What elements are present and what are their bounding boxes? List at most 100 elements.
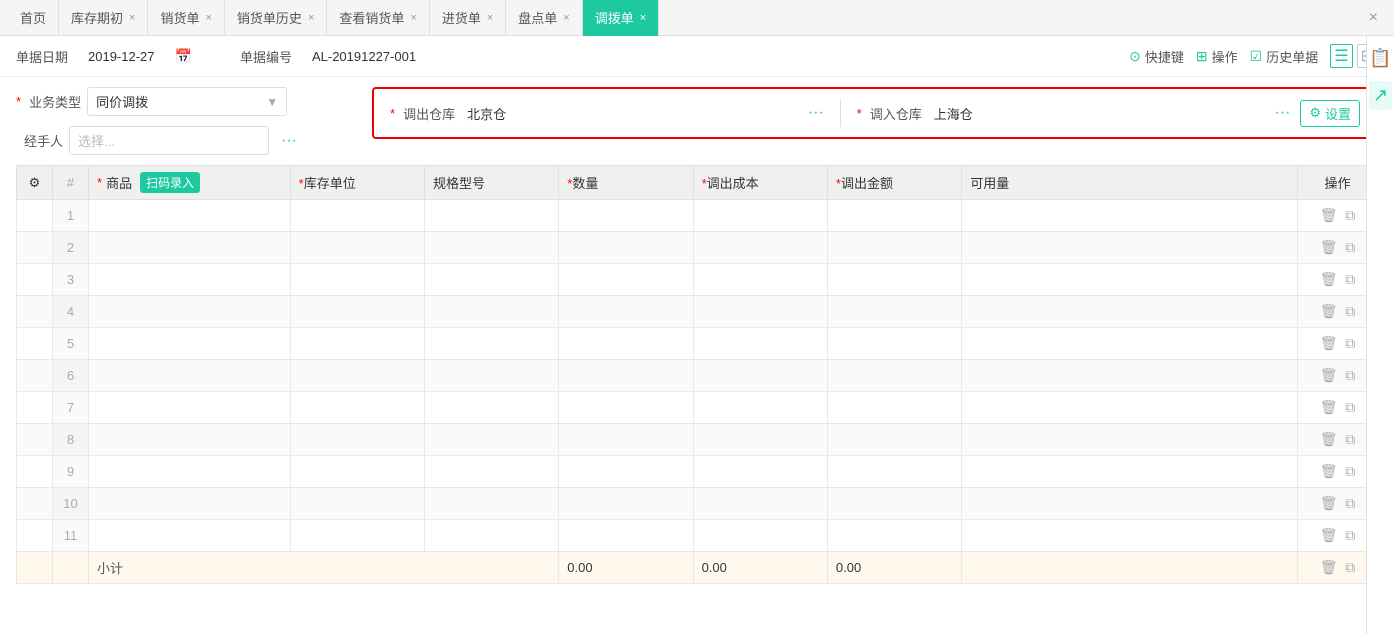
row-unit-cell[interactable] <box>290 520 424 552</box>
tab-close-sales-history[interactable]: × <box>308 12 314 24</box>
row-qty-cell[interactable] <box>559 232 693 264</box>
tab-close-purchase[interactable]: × <box>487 12 493 24</box>
tab-close-view-sales[interactable]: × <box>410 12 416 24</box>
business-type-select[interactable]: 同价调拨 ▼ <box>87 87 287 116</box>
row-qty-cell[interactable] <box>559 488 693 520</box>
history-btn[interactable]: ☑ 历史单据 <box>1250 47 1319 66</box>
tab-stocktake[interactable]: 盘点单 × <box>506 0 582 36</box>
row-spec-cell[interactable] <box>424 456 558 488</box>
row-amount-cell[interactable] <box>827 488 961 520</box>
row-spec-cell[interactable] <box>424 296 558 328</box>
row-amount-cell[interactable] <box>827 328 961 360</box>
window-close-icon[interactable]: × <box>1361 9 1386 27</box>
delete-icon[interactable]: 🗑 <box>1320 207 1338 223</box>
row-product-cell[interactable] <box>89 456 291 488</box>
delete-icon[interactable]: 🗑 <box>1320 463 1338 479</box>
row-cost-cell[interactable] <box>693 456 827 488</box>
subtotal-delete-icon[interactable]: 🗑 <box>1320 559 1338 575</box>
copy-icon[interactable]: ⧉ <box>1345 303 1355 319</box>
row-unit-cell[interactable] <box>290 360 424 392</box>
row-amount-cell[interactable] <box>827 264 961 296</box>
row-amount-cell[interactable] <box>827 232 961 264</box>
row-unit-cell[interactable] <box>290 488 424 520</box>
row-cost-cell[interactable] <box>693 360 827 392</box>
sidebar-export-icon[interactable]: ↗ <box>1369 81 1392 110</box>
tab-close-transfer[interactable]: × <box>640 12 646 24</box>
row-product-cell[interactable] <box>89 488 291 520</box>
row-cost-cell[interactable] <box>693 264 827 296</box>
row-qty-cell[interactable] <box>559 296 693 328</box>
row-qty-cell[interactable] <box>559 456 693 488</box>
sidebar-note-icon[interactable]: 📋 <box>1365 44 1394 73</box>
row-qty-cell[interactable] <box>559 200 693 232</box>
row-cost-cell[interactable] <box>693 232 827 264</box>
delete-icon[interactable]: 🗑 <box>1320 399 1338 415</box>
tab-inventory-init[interactable]: 库存期初 × <box>59 0 148 36</box>
row-product-cell[interactable] <box>89 360 291 392</box>
delete-icon[interactable]: 🗑 <box>1320 335 1338 351</box>
handler-more-icon[interactable]: ··· <box>281 132 297 150</box>
copy-icon[interactable]: ⧉ <box>1345 271 1355 287</box>
row-product-cell[interactable] <box>89 232 291 264</box>
copy-icon[interactable]: ⧉ <box>1345 335 1355 351</box>
row-qty-cell[interactable] <box>559 360 693 392</box>
row-qty-cell[interactable] <box>559 424 693 456</box>
handler-select[interactable]: 选择... <box>69 126 269 155</box>
tab-view-sales[interactable]: 查看销货单 × <box>327 0 429 36</box>
row-product-cell[interactable] <box>89 296 291 328</box>
row-qty-cell[interactable] <box>559 264 693 296</box>
shortcuts-btn[interactable]: ⊙ 快捷键 <box>1129 47 1184 66</box>
row-unit-cell[interactable] <box>290 456 424 488</box>
col-gear[interactable]: ⚙ <box>17 166 53 200</box>
delete-icon[interactable]: 🗑 <box>1320 271 1338 287</box>
copy-icon[interactable]: ⧉ <box>1345 495 1355 511</box>
row-amount-cell[interactable] <box>827 520 961 552</box>
row-cost-cell[interactable] <box>693 488 827 520</box>
tab-close-sales-order[interactable]: × <box>205 12 211 24</box>
tab-close-stocktake[interactable]: × <box>563 12 569 24</box>
row-cost-cell[interactable] <box>693 424 827 456</box>
in-warehouse-more-icon[interactable]: ··· <box>1274 104 1290 122</box>
scan-btn[interactable]: 扫码录入 <box>140 172 200 193</box>
copy-icon[interactable]: ⧉ <box>1345 431 1355 447</box>
row-spec-cell[interactable] <box>424 328 558 360</box>
row-unit-cell[interactable] <box>290 328 424 360</box>
row-unit-cell[interactable] <box>290 392 424 424</box>
copy-icon[interactable]: ⧉ <box>1345 207 1355 223</box>
tab-purchase[interactable]: 进货单 × <box>430 0 506 36</box>
operations-btn[interactable]: ⊞ 操作 <box>1196 47 1238 66</box>
row-unit-cell[interactable] <box>290 296 424 328</box>
row-cost-cell[interactable] <box>693 200 827 232</box>
row-amount-cell[interactable] <box>827 200 961 232</box>
delete-icon[interactable]: 🗑 <box>1320 303 1338 319</box>
copy-icon[interactable]: ⧉ <box>1345 463 1355 479</box>
row-amount-cell[interactable] <box>827 296 961 328</box>
row-unit-cell[interactable] <box>290 232 424 264</box>
row-spec-cell[interactable] <box>424 424 558 456</box>
tab-home[interactable]: 首页 <box>8 0 59 36</box>
row-cost-cell[interactable] <box>693 296 827 328</box>
row-spec-cell[interactable] <box>424 264 558 296</box>
copy-icon[interactable]: ⧉ <box>1345 527 1355 543</box>
copy-icon[interactable]: ⧉ <box>1345 399 1355 415</box>
delete-icon[interactable]: 🗑 <box>1320 527 1338 543</box>
row-spec-cell[interactable] <box>424 392 558 424</box>
delete-icon[interactable]: 🗑 <box>1320 431 1338 447</box>
row-cost-cell[interactable] <box>693 520 827 552</box>
row-product-cell[interactable] <box>89 424 291 456</box>
tab-sales-history[interactable]: 销货单历史 × <box>225 0 327 36</box>
delete-icon[interactable]: 🗑 <box>1320 367 1338 383</box>
row-amount-cell[interactable] <box>827 424 961 456</box>
row-product-cell[interactable] <box>89 392 291 424</box>
row-unit-cell[interactable] <box>290 264 424 296</box>
row-spec-cell[interactable] <box>424 520 558 552</box>
row-amount-cell[interactable] <box>827 360 961 392</box>
row-unit-cell[interactable] <box>290 424 424 456</box>
row-cost-cell[interactable] <box>693 392 827 424</box>
row-spec-cell[interactable] <box>424 360 558 392</box>
tab-close-inventory-init[interactable]: × <box>129 12 135 24</box>
delete-icon[interactable]: 🗑 <box>1320 239 1338 255</box>
row-qty-cell[interactable] <box>559 328 693 360</box>
tab-transfer[interactable]: 调拨单 × <box>583 0 659 36</box>
row-qty-cell[interactable] <box>559 392 693 424</box>
